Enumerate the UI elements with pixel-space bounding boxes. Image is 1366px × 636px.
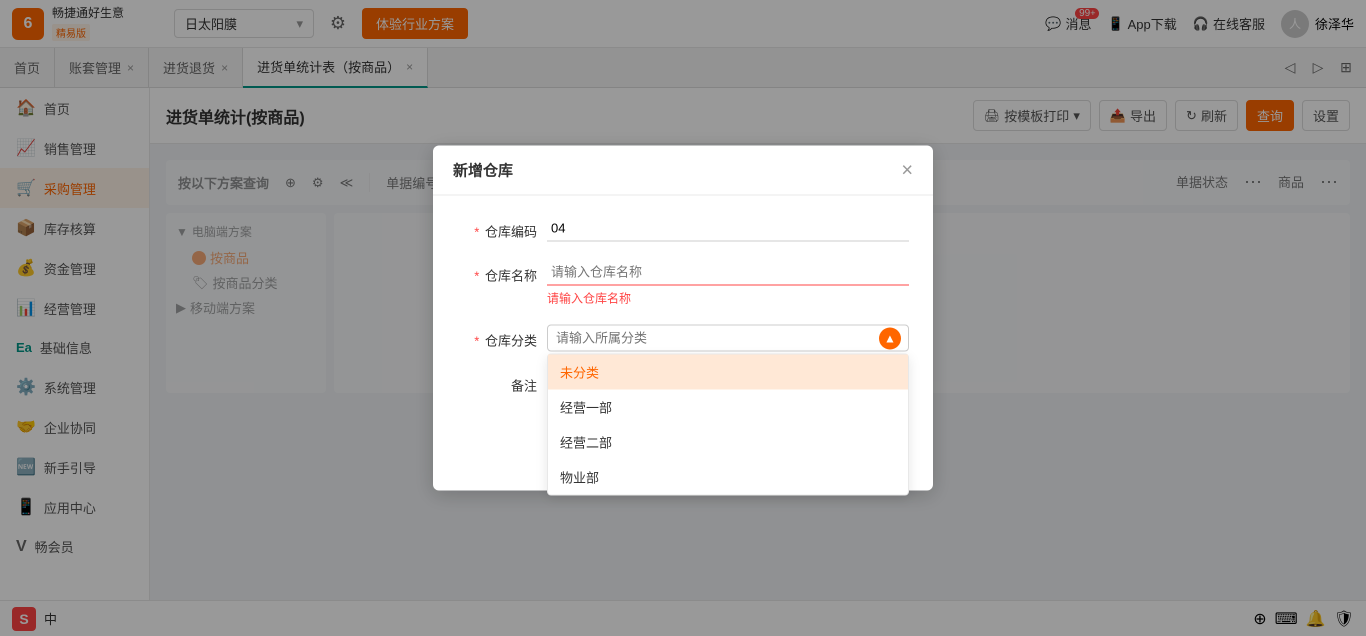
name-input-row: * 仓库名称: [457, 260, 909, 286]
dropdown-item-dept2[interactable]: 经营二部: [548, 425, 908, 460]
category-select-wrapper: ▲ 未分类 经营一部 经营二部 物业部: [547, 325, 909, 352]
code-label: * 仓库编码: [457, 216, 537, 241]
name-error-msg: 请输入仓库名称: [547, 292, 631, 306]
form-row-code: * 仓库编码: [457, 216, 909, 242]
category-label: * 仓库分类: [457, 325, 537, 350]
dropdown-item-property[interactable]: 物业部: [548, 460, 908, 495]
category-dropdown-toggle[interactable]: ▲: [879, 327, 901, 349]
warehouse-name-input[interactable]: [547, 260, 909, 286]
category-input[interactable]: [547, 325, 909, 352]
form-row-category: * 仓库分类 ▲ 未分类 经营一部 经营二部: [457, 325, 909, 352]
dropdown-item-dept1[interactable]: 经营一部: [548, 390, 908, 425]
category-dropdown-list: 未分类 经营一部 经营二部 物业部: [547, 354, 909, 496]
name-label: * 仓库名称: [457, 260, 537, 285]
form-row-name: * 仓库名称 请输入仓库名称: [457, 260, 909, 307]
modal-title: 新增仓库: [453, 160, 513, 181]
modal-header: 新增仓库 ×: [433, 146, 933, 196]
name-error-area: 请输入仓库名称: [457, 290, 631, 307]
modal-close-button[interactable]: ×: [901, 160, 913, 180]
chevron-up-icon: ▲: [884, 331, 896, 345]
notes-label: 备注: [457, 370, 537, 395]
modal-body: * 仓库编码 * 仓库名称 请输入仓库名称 * 仓库分类: [433, 196, 933, 430]
dropdown-item-uncategorized[interactable]: 未分类: [548, 355, 908, 390]
warehouse-code-input[interactable]: [547, 216, 909, 242]
modal-new-warehouse: 新增仓库 × * 仓库编码 * 仓库名称 请输入仓库名称: [433, 146, 933, 491]
